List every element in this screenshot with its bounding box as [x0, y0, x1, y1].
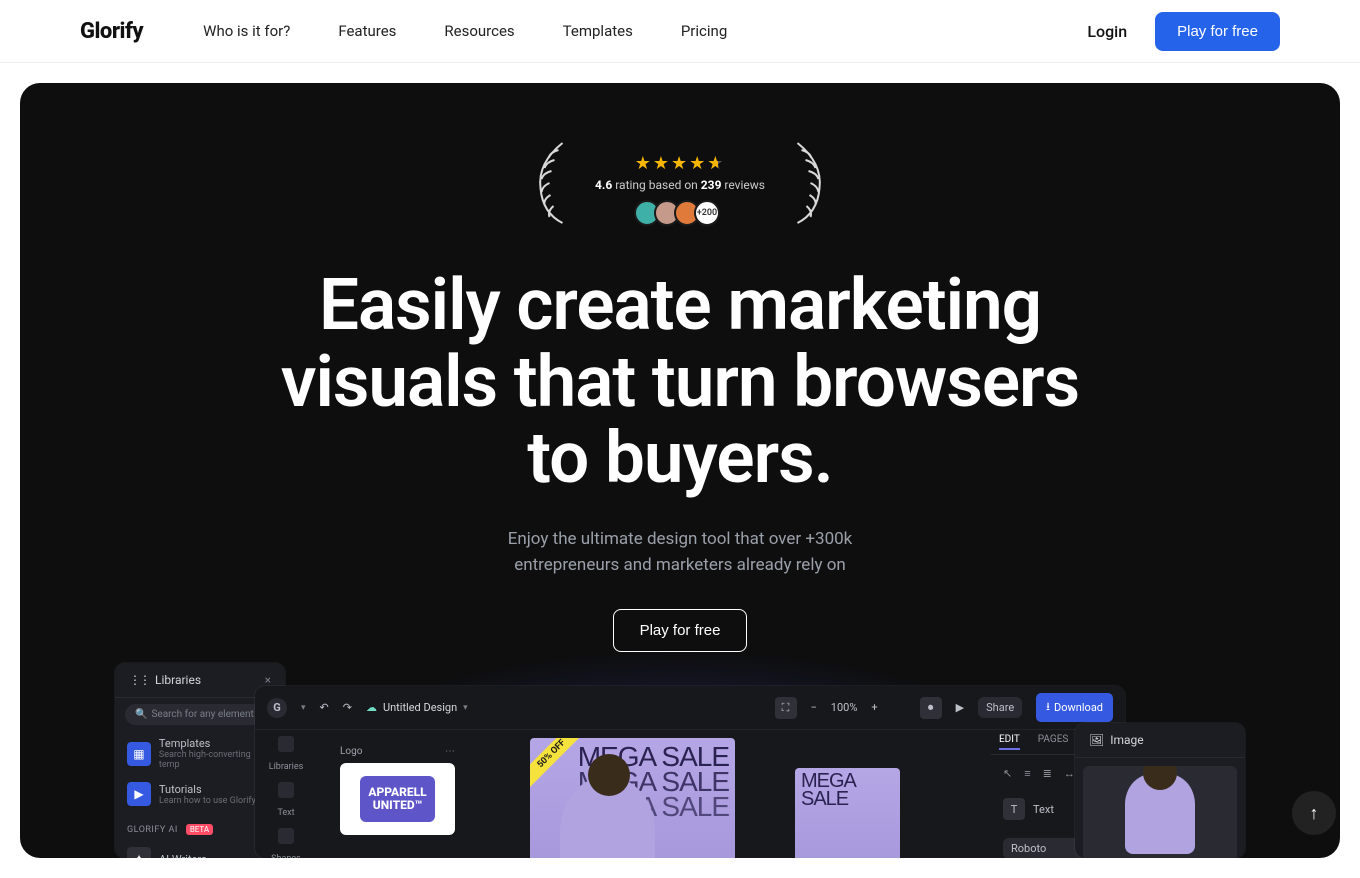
image-panel-header: 🖼 Image: [1075, 723, 1245, 758]
redo-icon[interactable]: ↷: [343, 701, 352, 714]
search-icon: 🔍: [135, 709, 147, 720]
story-artboard[interactable]: Story MEGA SALE: [795, 768, 900, 858]
plus-icon[interactable]: [278, 736, 294, 752]
sparkle-icon: ✦: [127, 847, 151, 858]
zoom-in-icon[interactable]: +: [871, 701, 877, 714]
hero-title-line: visuals that turn browsers: [281, 341, 1079, 424]
zoom-out-icon[interactable]: −: [811, 701, 817, 714]
brand-logo-mock: APPARELL UNITED™: [360, 776, 434, 821]
image-icon: 🖼: [1089, 733, 1104, 747]
app-topbar: G ▾ ↶ ↷ ☁ Untitled Design ▾ ⛶ − 100% + ⏺: [255, 686, 1125, 730]
avatar-count: +200: [694, 200, 720, 226]
tool-libraries[interactable]: Libraries: [269, 762, 304, 772]
libraries-title: Libraries: [155, 673, 201, 687]
nav-pricing[interactable]: Pricing: [681, 22, 727, 40]
app-logo-icon[interactable]: G: [267, 698, 287, 718]
close-icon[interactable]: ×: [265, 673, 271, 687]
play-for-free-button[interactable]: Play for free: [1155, 12, 1280, 51]
grid-icon: ▦: [127, 742, 151, 766]
chevron-down-icon[interactable]: ▾: [463, 703, 468, 713]
tab-pages[interactable]: PAGES: [1038, 734, 1069, 750]
search-placeholder: Search for any element: [151, 709, 253, 720]
cursor-icon[interactable]: ↖: [1003, 767, 1012, 780]
reviews-suffix: reviews: [721, 178, 765, 192]
tab-edit[interactable]: EDIT: [999, 734, 1020, 750]
rating-value: 4.6: [595, 178, 612, 192]
artboard-controls-icon[interactable]: ⋯: [445, 746, 455, 757]
nav-resources[interactable]: Resources: [444, 22, 514, 40]
hero-sub-line: entrepreneurs and marketers already rely…: [514, 555, 846, 575]
text-icon[interactable]: [278, 782, 294, 798]
ai-section-label: GLORIFY AI: [127, 825, 178, 835]
mega-line: SALE: [801, 790, 856, 808]
nav-templates[interactable]: Templates: [563, 22, 633, 40]
nav-features[interactable]: Features: [338, 22, 396, 40]
record-icon[interactable]: ⏺: [920, 697, 942, 719]
play-icon[interactable]: ▶: [956, 701, 964, 714]
hero-subtitle: Enjoy the ultimate design tool that over…: [20, 526, 1340, 579]
left-tool-strip: Libraries Text Shapes: [265, 736, 307, 858]
hero-play-for-free-button[interactable]: Play for free: [613, 609, 748, 652]
arrow-up-icon: ↑: [1310, 803, 1319, 824]
play-icon: ▶: [127, 782, 151, 806]
text-label: Text: [1033, 803, 1054, 816]
download-label: Download: [1054, 701, 1103, 714]
download-button[interactable]: ⭳ Download: [1036, 693, 1113, 722]
rating-badge: ★★★★★★ 4.6 rating based on 239 reviews +…: [550, 138, 810, 233]
hero-title-line: to buyers.: [527, 417, 833, 500]
menu-icon: ⋮⋮: [129, 673, 149, 687]
model-cutout: [1125, 774, 1195, 854]
image-panel: 🖼 Image: [1075, 723, 1245, 858]
crop-icon[interactable]: ⛶: [775, 697, 797, 719]
text-icon: T: [1003, 798, 1025, 820]
scroll-to-top-button[interactable]: ↑: [1292, 791, 1336, 835]
undo-icon[interactable]: ↶: [320, 701, 329, 714]
hero-title-line: Easily create marketing: [319, 264, 1041, 347]
primary-nav: Who is it for? Features Resources Templa…: [203, 22, 727, 40]
tutorials-sub: Learn how to use Glorify: [159, 796, 256, 806]
login-link[interactable]: Login: [1087, 22, 1127, 41]
laurel-left-icon: [530, 138, 575, 228]
image-panel-title: Image: [1110, 733, 1143, 747]
download-icon: ⭳: [1046, 698, 1050, 717]
beta-badge: BETA: [186, 824, 213, 835]
video-artboard[interactable]: Video 50% OFF MEGA SALE MEGA SALE MEGA S…: [530, 738, 735, 858]
rating-mid: rating based on: [612, 178, 701, 192]
hero-title: Easily create marketing visuals that tur…: [20, 268, 1340, 498]
brand-logo[interactable]: Glorify: [80, 19, 143, 44]
hero-wrap: ★★★★★★ 4.6 rating based on 239 reviews +…: [0, 63, 1360, 878]
logo-artboard[interactable]: Logo ⋯ APPARELL UNITED™: [340, 746, 455, 835]
ai-writers-label: AI Writers: [159, 853, 207, 859]
hero-section: ★★★★★★ 4.6 rating based on 239 reviews +…: [20, 83, 1340, 858]
tool-shapes[interactable]: Shapes: [271, 854, 301, 858]
hero-sub-line: Enjoy the ultimate design tool that over…: [508, 529, 853, 549]
doc-name[interactable]: Untitled Design: [383, 701, 457, 714]
logo-label: Logo: [340, 746, 362, 757]
main-canvas-panel: G ▾ ↶ ↷ ☁ Untitled Design ▾ ⛶ − 100% + ⏺: [255, 686, 1125, 858]
tool-text[interactable]: Text: [277, 808, 294, 818]
laurel-right-icon: [785, 138, 830, 228]
logo-box: APPARELL UNITED™: [340, 763, 455, 835]
app-preview: ⋮⋮Libraries × 🔍Search for any element ▦ …: [115, 658, 1245, 858]
image-preview[interactable]: [1083, 766, 1237, 858]
rating-text: 4.6 rating based on 239 reviews: [595, 178, 765, 192]
nav-who-is-it-for[interactable]: Who is it for?: [203, 22, 290, 40]
brand-line: UNITED™: [368, 799, 426, 812]
flip-h-icon[interactable]: ↔: [1064, 767, 1075, 780]
star-rating-icon: ★★★★★★: [635, 153, 726, 174]
zoom-value[interactable]: 100%: [831, 701, 858, 714]
reviews-count: 239: [701, 178, 722, 192]
shapes-icon[interactable]: [278, 828, 294, 844]
mega-sale-text: MEGA SALE: [801, 772, 856, 808]
reviewer-avatars: +200: [640, 200, 720, 226]
tutorials-label: Tutorials: [159, 783, 256, 796]
libraries-search[interactable]: 🔍 Search for any element: [125, 704, 275, 725]
site-header: Glorify Who is it for? Features Resource…: [0, 0, 1360, 63]
cloud-icon: ☁: [366, 701, 377, 714]
chevron-down-icon[interactable]: ▾: [301, 703, 306, 713]
align-center-icon[interactable]: ≣: [1043, 767, 1052, 780]
align-left-icon[interactable]: ≡: [1024, 767, 1030, 780]
header-right: Login Play for free: [1087, 12, 1280, 51]
share-button[interactable]: Share: [978, 697, 1022, 718]
